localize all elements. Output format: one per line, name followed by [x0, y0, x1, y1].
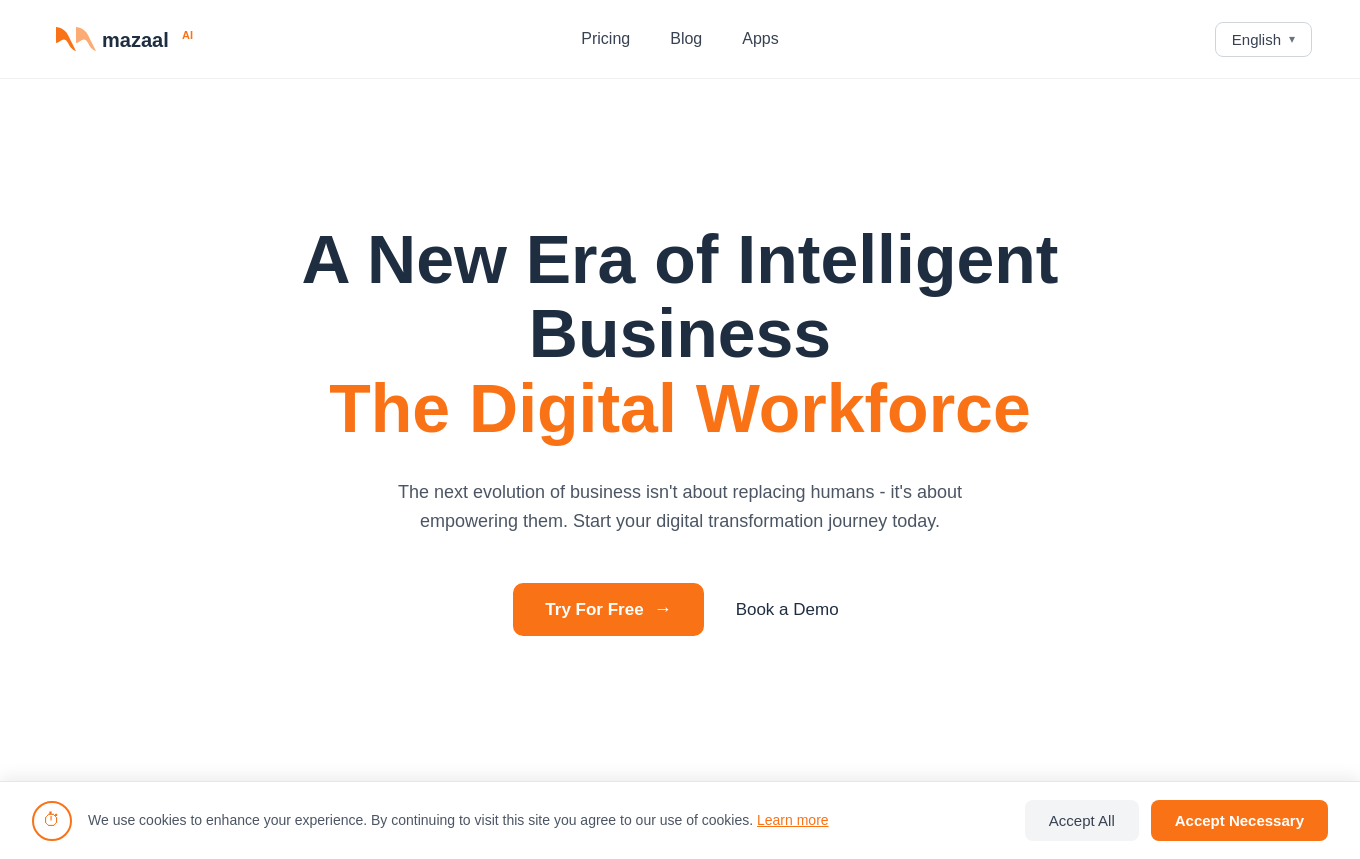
- nav-blog[interactable]: Blog: [670, 30, 702, 48]
- accept-all-button[interactable]: Accept All: [1025, 800, 1139, 841]
- try-for-free-label: Try For Free: [545, 600, 643, 620]
- cookie-message: We use cookies to enhance your experienc…: [88, 810, 1009, 831]
- svg-text:mazaal: mazaal: [102, 29, 169, 51]
- hero-title: A New Era of Intelligent Business: [302, 222, 1059, 372]
- nav-pricing[interactable]: Pricing: [581, 30, 630, 48]
- arrow-right-icon: →: [654, 599, 672, 620]
- logo-image: mazaal AI: [48, 19, 208, 59]
- header: mazaal AI Pricing Blog Apps English ▾: [0, 0, 1360, 79]
- cookie-icon-wrapper: ⏱: [32, 801, 72, 841]
- hero-title-line1: A New Era of Intelligent: [302, 221, 1059, 297]
- language-selector[interactable]: English ▾: [1215, 22, 1312, 57]
- logo[interactable]: mazaal AI: [48, 19, 208, 59]
- clock-icon: ⏱: [43, 810, 61, 831]
- hero-section: A New Era of Intelligent Business The Di…: [0, 79, 1360, 759]
- cookie-banner: ⏱ We use cookies to enhance your experie…: [0, 781, 1360, 859]
- hero-cta-group: Try For Free → Book a Demo: [513, 583, 846, 636]
- chevron-down-icon: ▾: [1289, 32, 1295, 46]
- hero-title-orange: The Digital Workforce: [329, 371, 1031, 446]
- cookie-actions: Accept All Accept Necessary: [1025, 800, 1328, 841]
- accept-necessary-button[interactable]: Accept Necessary: [1151, 800, 1328, 841]
- nav-apps[interactable]: Apps: [742, 30, 778, 48]
- hero-subtitle: The next evolution of business isn't abo…: [360, 478, 1000, 536]
- try-for-free-button[interactable]: Try For Free →: [513, 583, 703, 636]
- main-nav: Pricing Blog Apps: [581, 30, 778, 48]
- hero-title-line2: Business: [529, 295, 831, 371]
- language-label: English: [1232, 31, 1281, 48]
- learn-more-link[interactable]: Learn more: [757, 812, 829, 828]
- book-demo-button[interactable]: Book a Demo: [728, 584, 847, 636]
- svg-text:AI: AI: [182, 29, 193, 41]
